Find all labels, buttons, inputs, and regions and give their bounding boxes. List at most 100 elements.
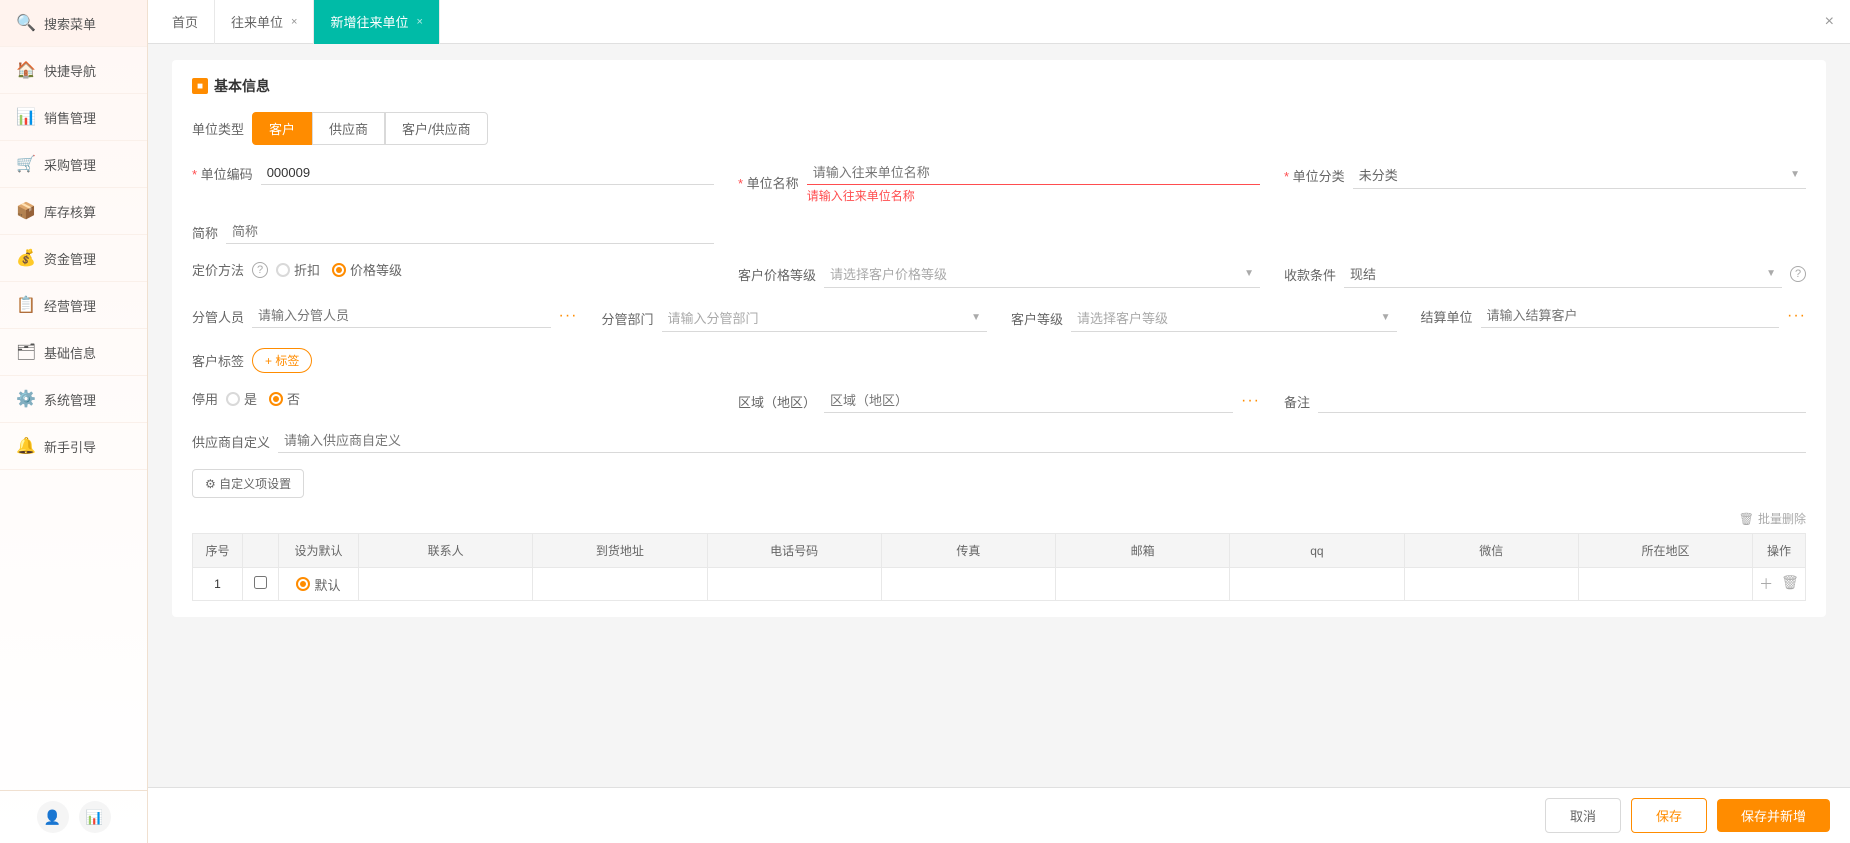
settlement-unit-input[interactable] [1481,304,1780,328]
settlement-unit-field: 结算单位 ··· [1421,304,1807,328]
sidebar-item-sales[interactable]: 📊 销售管理 [0,94,147,141]
short-name-input[interactable] [226,220,714,244]
row-region-input[interactable] [1585,577,1746,592]
pricing-discount-radio[interactable]: 折扣 [276,260,320,279]
region-input[interactable] [824,389,1233,413]
pricing-help-icon[interactable]: ? [252,262,268,278]
batch-delete-button[interactable]: 🗑 批量删除 [1739,510,1806,527]
row-check[interactable] [243,568,279,601]
customer-level-select[interactable]: 请选择客户等级 ▼ [1071,304,1396,332]
unit-name-input[interactable] [807,161,1260,185]
form-content: ■ 基本信息 单位类型 客户 供应商 客户/供应商 单位编码 [148,44,1850,787]
tags-row: 客户标签 + 标签 [192,348,1806,373]
finance-icon: 💰 [16,248,36,268]
row-address[interactable] [533,568,707,601]
row-delete-icon[interactable]: 🗑 [1781,574,1799,594]
sidebar-item-purchase[interactable]: 🛒 采购管理 [0,141,147,188]
sidebar-item-finance[interactable]: 💰 资金管理 [0,235,147,282]
user-avatar[interactable]: 👤 [37,801,69,833]
col-header-address: 到货地址 [533,534,707,568]
disabled-region-row: 停用 是 否 区域（地区） ··· [192,389,1806,413]
tab-counterpart[interactable]: 往来单位 × [215,0,314,44]
unit-type-both-button[interactable]: 客户/供应商 [385,112,488,145]
region-more-icon[interactable]: ··· [1241,392,1260,410]
sidebar-item-guide[interactable]: 🔔 新手引导 [0,423,147,470]
tab-new-counterpart-close[interactable]: × [416,16,422,28]
supervisor-more-icon[interactable]: ··· [559,307,578,325]
row-email-input[interactable] [1062,577,1223,592]
sidebar-item-system[interactable]: ⚙️ 系统管理 [0,376,147,423]
row-add-icon[interactable]: ＋ [1759,574,1773,594]
customer-price-level-select[interactable]: 请选择客户价格等级 ▼ [824,260,1260,288]
row-default-circle [296,577,310,591]
save-and-new-button[interactable]: 保存并新增 [1717,799,1830,832]
row-wechat[interactable] [1404,568,1578,601]
row-contact[interactable] [359,568,533,601]
sidebar-item-inventory[interactable]: 📦 库存核算 [0,188,147,235]
cancel-button[interactable]: 取消 [1545,798,1621,833]
sidebar-item-search[interactable]: 🔍 搜索菜单 [0,0,147,47]
payment-terms-help-icon[interactable]: ? [1790,266,1806,282]
row-checkbox[interactable] [254,576,267,589]
supplier-custom-input[interactable] [278,429,1806,453]
region-field: 区域（地区） ··· [738,389,1260,413]
row-default-radio[interactable]: 默认 [285,575,352,594]
sidebar-bottom: 👤 📊 [0,790,147,843]
row-contact-input[interactable] [365,577,526,592]
unit-code-field: 单位编码 [192,161,714,185]
sidebar-item-basic-info[interactable]: 🗂 基础信息 [0,329,147,376]
pricing-level-radio[interactable]: 价格等级 [332,260,402,279]
customer-tag-label: 客户标签 [192,351,244,370]
row-region[interactable] [1578,568,1752,601]
disabled-no-radio[interactable]: 否 [269,389,300,408]
tab-new-counterpart[interactable]: 新增往来单位 × [314,0,439,44]
unit-type-customer-button[interactable]: 客户 [252,112,312,145]
form-footer: 取消 保存 保存并新增 [148,787,1850,843]
batch-delete-area: 🗑 批量删除 [192,510,1806,527]
sidebar-item-operations[interactable]: 📋 经营管理 [0,282,147,329]
unit-category-value: 未分类 [1359,165,1398,184]
unit-name-field: 单位名称 请输入往来单位名称 [738,161,1260,204]
code-name-category-row: 单位编码 单位名称 请输入往来单位名称 单位分类 未分类 ▼ [192,161,1806,204]
row-address-input[interactable] [539,577,700,592]
short-name-field: 简称 [192,220,714,244]
row-default: 默认 [279,568,359,601]
row-qq[interactable] [1230,568,1404,601]
row-email[interactable] [1056,568,1230,601]
department-select[interactable]: 请输入分管部门 ▼ [662,304,987,332]
payment-terms-value: 现结 [1350,264,1376,283]
settlement-unit-more-icon[interactable]: ··· [1787,307,1806,325]
col-header-phone: 电话号码 [707,534,881,568]
payment-terms-label: 收款条件 [1284,265,1336,284]
unit-type-supplier-button[interactable]: 供应商 [312,112,385,145]
row-phone-input[interactable] [714,577,875,592]
sidebar-item-label: 系统管理 [44,390,96,409]
section-title-text: 基本信息 [214,76,270,96]
unit-name-input-box: 请输入往来单位名称 [807,161,1260,204]
payment-terms-select[interactable]: 现结 ▼ [1344,260,1782,288]
col-header-default: 设为默认 [279,534,359,568]
row-fax[interactable] [881,568,1055,601]
row-phone[interactable] [707,568,881,601]
row-wechat-input[interactable] [1411,577,1572,592]
disabled-no-circle [269,392,283,406]
sidebar-item-quick-nav[interactable]: 🏠 快捷导航 [0,47,147,94]
disabled-yes-radio[interactable]: 是 [226,389,257,408]
add-tag-button[interactable]: + 标签 [252,348,312,373]
tab-counterpart-close[interactable]: × [291,16,297,28]
remark-field: 备注 [1284,389,1806,413]
col-header-check [243,534,279,568]
custom-settings-button[interactable]: ⚙ 自定义项设置 [192,469,304,498]
row-qq-input[interactable] [1236,577,1397,592]
window-close-button[interactable]: × [1817,13,1842,31]
save-button[interactable]: 保存 [1631,798,1707,833]
tab-home[interactable]: 首页 [156,0,215,44]
sidebar-item-label: 快捷导航 [44,61,96,80]
unit-category-select[interactable]: 未分类 ▼ [1353,161,1806,189]
stats-icon[interactable]: 📊 [79,801,111,833]
row-fax-input[interactable] [888,577,1049,592]
supervisor-input[interactable] [252,304,551,328]
row-seq: 1 [193,568,243,601]
unit-code-input[interactable] [261,161,714,185]
remark-input[interactable] [1318,389,1806,413]
